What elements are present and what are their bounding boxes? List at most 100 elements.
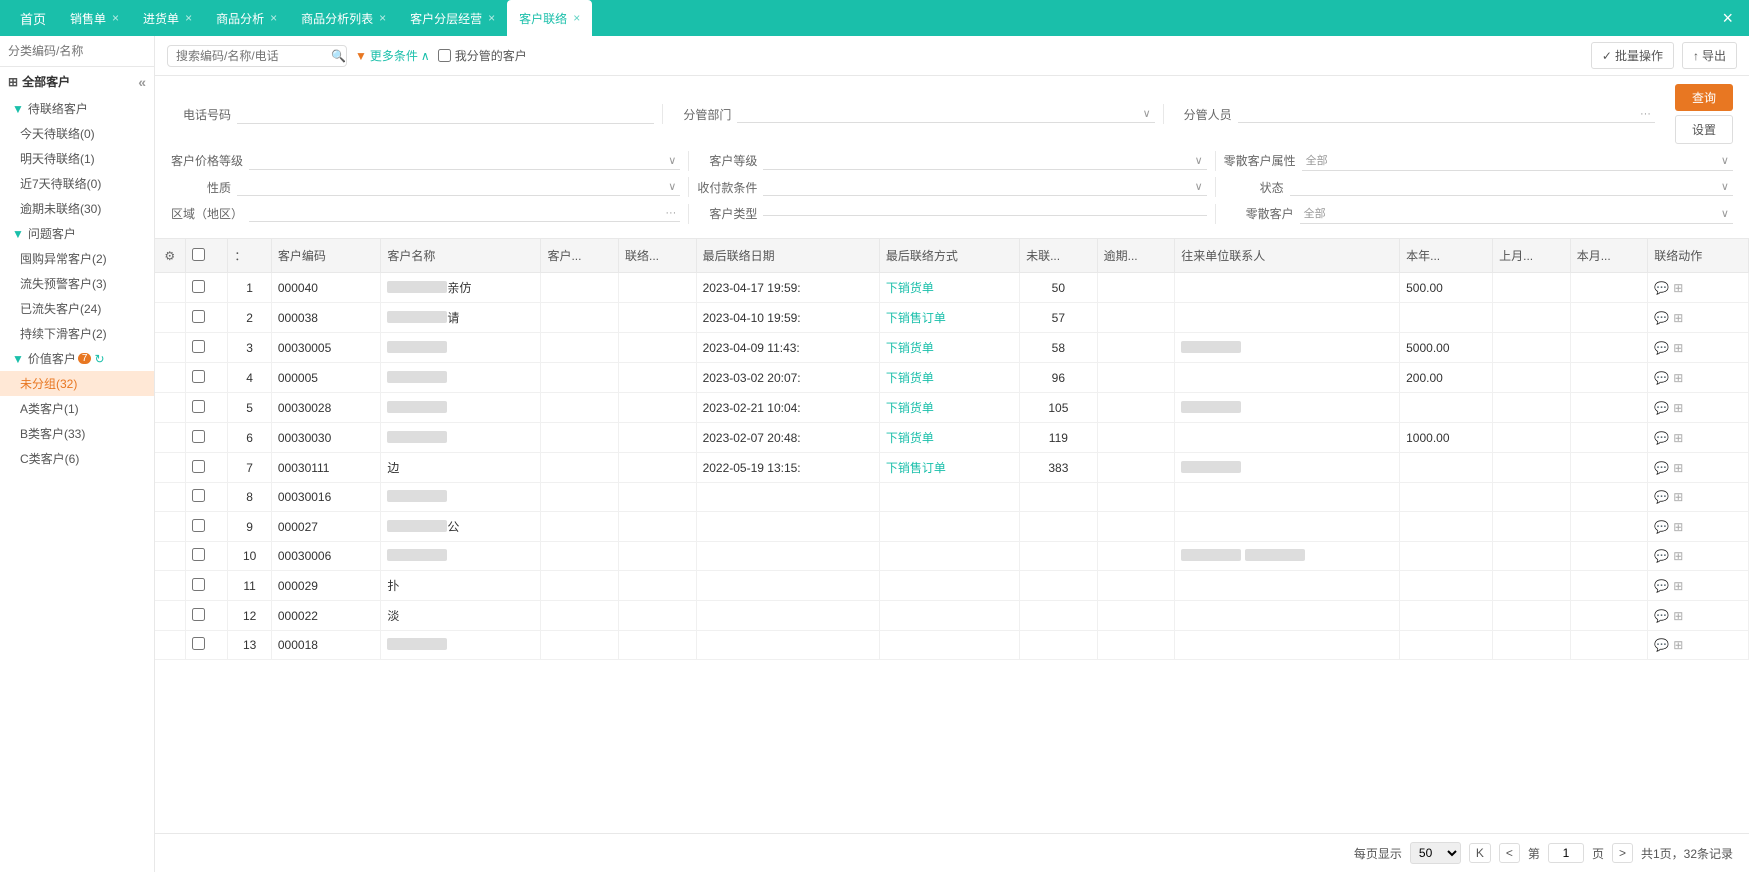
close-tab-product-analysis[interactable]: × [270, 11, 277, 25]
row-checkbox[interactable] [192, 637, 205, 650]
td-checkbox[interactable] [185, 571, 228, 601]
th-code[interactable]: 客户编码 [271, 239, 381, 273]
msg-icon[interactable]: 💬 [1654, 609, 1669, 623]
row-checkbox[interactable] [192, 310, 205, 323]
sidebar-search-input[interactable] [8, 44, 155, 58]
filter-search-input[interactable] [176, 49, 331, 63]
row-checkbox[interactable] [192, 430, 205, 443]
msg-icon[interactable]: 💬 [1654, 579, 1669, 593]
td-checkbox[interactable] [185, 512, 228, 542]
sidebar-item-today[interactable]: 今天待联络(0) [0, 121, 154, 146]
reset-btn[interactable]: 设置 [1675, 115, 1733, 144]
last-method-link[interactable]: 下销货单 [886, 371, 934, 385]
tab-purchase[interactable]: 进货单 × [131, 0, 204, 36]
qr-icon[interactable]: ⊞ [1673, 609, 1683, 623]
msg-icon[interactable]: 💬 [1654, 490, 1669, 504]
sidebar-item-7days[interactable]: 近7天待联络(0) [0, 171, 154, 196]
qr-icon[interactable]: ⊞ [1673, 579, 1683, 593]
row-checkbox[interactable] [192, 578, 205, 591]
row-checkbox[interactable] [192, 489, 205, 502]
th-unlinked[interactable]: 未联... [1020, 239, 1098, 273]
my-customers-check[interactable] [438, 49, 451, 62]
td-checkbox[interactable] [185, 393, 228, 423]
last-method-link[interactable]: 下销货单 [886, 431, 934, 445]
row-checkbox[interactable] [192, 340, 205, 353]
first-page-btn[interactable]: K [1469, 843, 1491, 863]
collapse-sidebar-btn[interactable]: « [138, 74, 146, 90]
th-this-month[interactable]: 本月... [1570, 239, 1648, 273]
tab-customer-segment[interactable]: 客户分层经营 × [398, 0, 507, 36]
qr-icon[interactable]: ⊞ [1673, 461, 1683, 475]
td-checkbox[interactable] [185, 483, 228, 512]
close-tab-purchase[interactable]: × [185, 11, 192, 25]
msg-icon[interactable]: 💬 [1654, 281, 1669, 295]
msg-icon[interactable]: 💬 [1654, 371, 1669, 385]
prev-page-btn[interactable]: < [1499, 843, 1520, 863]
qr-icon[interactable]: ⊞ [1673, 549, 1683, 563]
row-checkbox[interactable] [192, 548, 205, 561]
close-tab-customer-contact[interactable]: × [573, 11, 580, 25]
mgr-select[interactable]: ··· [1238, 106, 1655, 123]
td-checkbox[interactable] [185, 542, 228, 571]
tab-sales[interactable]: 销售单 × [58, 0, 131, 36]
sidebar-group-value[interactable]: ▼ 价值客户 7 ↻ [0, 346, 154, 371]
sidebar-item-class-b[interactable]: B类客户(33) [0, 421, 154, 446]
sidebar-item-ungrouped[interactable]: 未分组(32) [0, 371, 154, 396]
next-page-btn[interactable]: > [1612, 843, 1633, 863]
all-customers-section[interactable]: ⊞ 全部客户 « [0, 67, 154, 96]
tab-product-analysis[interactable]: 商品分析 × [204, 0, 289, 36]
row-checkbox[interactable] [192, 370, 205, 383]
th-overdue[interactable]: 逾期... [1097, 239, 1175, 273]
close-tab-product-analysis-list[interactable]: × [379, 11, 386, 25]
sidebar-group-pending[interactable]: ▼ 待联络客户 [0, 96, 154, 121]
nature-select[interactable]: ∨ [237, 178, 680, 196]
msg-icon[interactable]: 💬 [1654, 311, 1669, 325]
td-checkbox[interactable] [185, 333, 228, 363]
refresh-icon[interactable]: ↻ [94, 352, 104, 366]
th-name[interactable]: 客户名称 [381, 239, 541, 273]
msg-icon[interactable]: 💬 [1654, 401, 1669, 415]
retail-cust-select[interactable]: 全部∨ [1300, 203, 1733, 224]
last-method-link[interactable]: 下销售订单 [886, 311, 946, 325]
per-page-select[interactable]: 50 20 100 [1410, 842, 1461, 864]
qr-icon[interactable]: ⊞ [1673, 371, 1683, 385]
td-checkbox[interactable] [185, 363, 228, 393]
sidebar-item-overdue[interactable]: 逾期未联络(30) [0, 196, 154, 221]
row-checkbox[interactable] [192, 519, 205, 532]
sidebar-item-class-a[interactable]: A类客户(1) [0, 396, 154, 421]
td-checkbox[interactable] [185, 303, 228, 333]
more-conditions-btn[interactable]: ▼ 更多条件 ∧ [355, 47, 430, 64]
row-checkbox[interactable] [192, 608, 205, 621]
qr-icon[interactable]: ⊞ [1673, 341, 1683, 355]
sidebar-item-abnormal[interactable]: 囤购异常客户(2) [0, 246, 154, 271]
qr-icon[interactable]: ⊞ [1673, 520, 1683, 534]
page-number-input[interactable] [1548, 843, 1584, 863]
sidebar-item-declining[interactable]: 持续下滑客户(2) [0, 321, 154, 346]
qr-icon[interactable]: ⊞ [1673, 281, 1683, 295]
last-method-link[interactable]: 下销货单 [886, 281, 934, 295]
msg-icon[interactable]: 💬 [1654, 638, 1669, 652]
sidebar-item-class-c[interactable]: C类客户(6) [0, 446, 154, 471]
th-year[interactable]: 本年... [1400, 239, 1493, 273]
phone-input[interactable] [237, 105, 654, 124]
cust-level-select[interactable]: ∨ [763, 152, 1206, 170]
row-checkbox[interactable] [192, 460, 205, 473]
retail-attr-select[interactable]: 全部∨ [1302, 150, 1733, 171]
sidebar-group-problem[interactable]: ▼ 问题客户 [0, 221, 154, 246]
price-level-select[interactable]: ∨ [249, 152, 680, 170]
qr-icon[interactable]: ⊞ [1673, 401, 1683, 415]
close-all-tabs[interactable]: × [1714, 8, 1741, 29]
cust-type-select[interactable] [763, 211, 1206, 216]
qr-icon[interactable]: ⊞ [1673, 431, 1683, 445]
close-tab-customer-segment[interactable]: × [488, 11, 495, 25]
msg-icon[interactable]: 💬 [1654, 461, 1669, 475]
select-all-checkbox[interactable] [192, 248, 205, 261]
msg-icon[interactable]: 💬 [1654, 520, 1669, 534]
th-checkbox[interactable] [185, 239, 228, 273]
batch-ops-btn[interactable]: ✓ 批量操作 [1591, 42, 1674, 69]
qr-icon[interactable]: ⊞ [1673, 638, 1683, 652]
th-c3[interactable]: 客户... [541, 239, 619, 273]
status-select[interactable]: ∨ [1290, 178, 1733, 196]
td-checkbox[interactable] [185, 273, 228, 303]
filter-search-icon[interactable]: 🔍 [331, 49, 346, 63]
